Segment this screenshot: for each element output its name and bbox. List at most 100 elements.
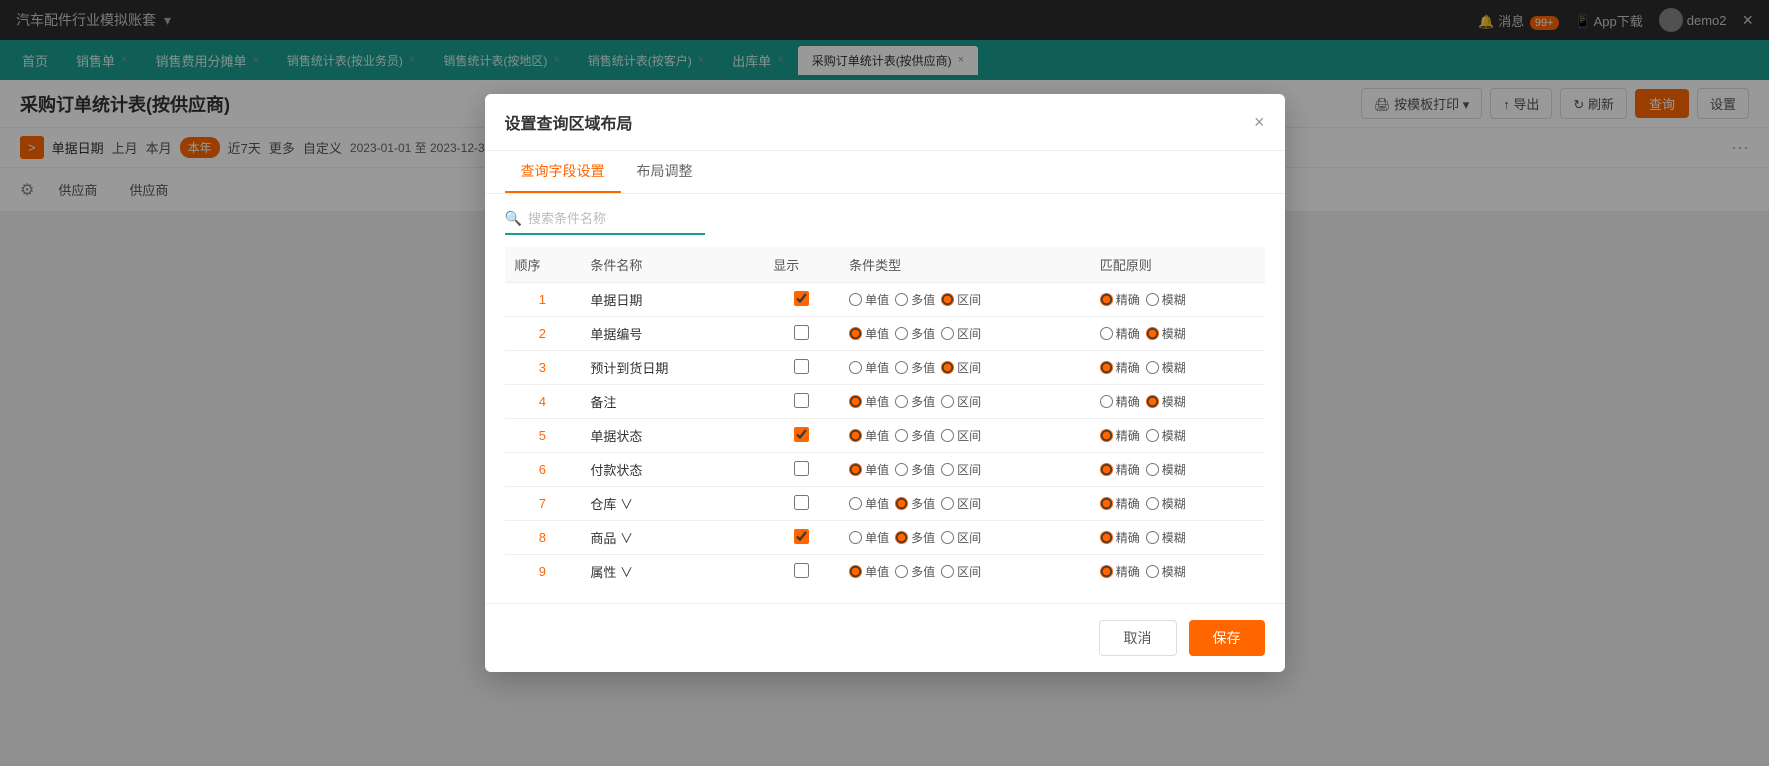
- type-radio-group: 单值多值区间: [849, 495, 1080, 512]
- match-radio-fuzzy[interactable]: 模糊: [1146, 291, 1186, 308]
- display-checkbox-1[interactable]: [773, 291, 829, 309]
- type-radio-multi[interactable]: 多值: [895, 359, 935, 376]
- match-radio-fuzzy[interactable]: 模糊: [1146, 325, 1186, 342]
- type-radio-multi[interactable]: 多值: [895, 529, 935, 546]
- type-radio-range[interactable]: 区间: [941, 393, 981, 410]
- cell-order: 4: [505, 385, 581, 419]
- type-radio-single[interactable]: 单值: [849, 461, 889, 478]
- display-checkbox-2[interactable]: [773, 325, 829, 343]
- type-radio-group: 单值多值区间: [849, 393, 1080, 410]
- type-radio-multi[interactable]: 多值: [895, 291, 935, 308]
- type-radio-range[interactable]: 区间: [941, 461, 981, 478]
- tab-layout-adjust[interactable]: 布局调整: [621, 151, 709, 193]
- modal-footer: 取消 保存: [485, 603, 1285, 672]
- cell-order: 9: [505, 555, 581, 588]
- type-radio-multi[interactable]: 多值: [895, 325, 935, 342]
- match-radio-exact[interactable]: 精确: [1100, 427, 1140, 444]
- modal-close-button[interactable]: ×: [1254, 112, 1265, 133]
- type-radio-range[interactable]: 区间: [941, 495, 981, 512]
- save-label: 保存: [1213, 630, 1241, 646]
- match-radio-group: 精确模糊: [1100, 359, 1255, 376]
- cell-match: 精确模糊: [1090, 283, 1265, 317]
- type-radio-range[interactable]: 区间: [941, 325, 981, 342]
- cell-order: 1: [505, 283, 581, 317]
- display-checkbox-8[interactable]: [773, 529, 829, 547]
- match-radio-exact[interactable]: 精确: [1100, 291, 1140, 308]
- match-radio-fuzzy[interactable]: 模糊: [1146, 393, 1186, 410]
- match-radio-fuzzy[interactable]: 模糊: [1146, 495, 1186, 512]
- search-box: 🔍: [505, 210, 705, 235]
- type-radio-multi[interactable]: 多值: [895, 495, 935, 512]
- type-radio-range[interactable]: 区间: [941, 563, 981, 580]
- display-checkbox-5[interactable]: [773, 427, 829, 445]
- type-radio-single[interactable]: 单值: [849, 291, 889, 308]
- type-radio-group: 单值多值区间: [849, 325, 1080, 342]
- cell-display: [763, 453, 839, 487]
- type-radio-multi[interactable]: 多值: [895, 393, 935, 410]
- cell-name: 属性 ∨: [580, 555, 763, 588]
- type-radio-single[interactable]: 单值: [849, 495, 889, 512]
- cell-name: 仓库 ∨: [580, 487, 763, 521]
- match-radio-group: 精确模糊: [1100, 325, 1255, 342]
- match-radio-exact[interactable]: 精确: [1100, 563, 1140, 580]
- match-radio-fuzzy[interactable]: 模糊: [1146, 563, 1186, 580]
- match-radio-fuzzy[interactable]: 模糊: [1146, 529, 1186, 546]
- type-radio-single[interactable]: 单值: [849, 393, 889, 410]
- type-radio-multi[interactable]: 多值: [895, 563, 935, 580]
- match-radio-exact[interactable]: 精确: [1100, 529, 1140, 546]
- type-radio-range[interactable]: 区间: [941, 359, 981, 376]
- type-radio-single[interactable]: 单值: [849, 427, 889, 444]
- type-radio-single[interactable]: 单值: [849, 325, 889, 342]
- table-row: 8商品 ∨单值多值区间精确模糊: [505, 521, 1265, 555]
- type-radio-range[interactable]: 区间: [941, 427, 981, 444]
- cell-type: 单值多值区间: [839, 521, 1090, 555]
- match-radio-exact[interactable]: 精确: [1100, 461, 1140, 478]
- cell-display: [763, 283, 839, 317]
- match-radio-exact[interactable]: 精确: [1100, 325, 1140, 342]
- match-radio-group: 精确模糊: [1100, 393, 1255, 410]
- match-radio-exact[interactable]: 精确: [1100, 393, 1140, 410]
- cancel-button[interactable]: 取消: [1099, 620, 1177, 656]
- cell-name: 商品 ∨: [580, 521, 763, 555]
- type-radio-single[interactable]: 单值: [849, 359, 889, 376]
- type-radio-group: 单值多值区间: [849, 563, 1080, 580]
- th-display: 显示: [763, 247, 839, 283]
- table-row: 7仓库 ∨单值多值区间精确模糊: [505, 487, 1265, 521]
- cell-order: 5: [505, 419, 581, 453]
- type-radio-multi[interactable]: 多值: [895, 427, 935, 444]
- modal-title: 设置查询区域布局: [505, 110, 633, 134]
- th-order: 顺序: [505, 247, 581, 283]
- display-checkbox-6[interactable]: [773, 461, 829, 479]
- match-radio-exact[interactable]: 精确: [1100, 495, 1140, 512]
- cell-type: 单值多值区间: [839, 419, 1090, 453]
- conditions-table-container: 顺序 条件名称 显示 条件类型 匹配原则 1单据日期单值多值区间精确模糊2单据编…: [505, 247, 1265, 587]
- cell-display: [763, 487, 839, 521]
- match-radio-group: 精确模糊: [1100, 563, 1255, 580]
- tab-layout-adjust-label: 布局调整: [637, 163, 693, 179]
- type-radio-multi[interactable]: 多值: [895, 461, 935, 478]
- type-radio-group: 单值多值区间: [849, 359, 1080, 376]
- type-radio-group: 单值多值区间: [849, 427, 1080, 444]
- tab-query-fields[interactable]: 查询字段设置: [505, 151, 621, 193]
- display-checkbox-3[interactable]: [773, 359, 829, 377]
- type-radio-single[interactable]: 单值: [849, 529, 889, 546]
- cell-display: [763, 521, 839, 555]
- match-radio-fuzzy[interactable]: 模糊: [1146, 427, 1186, 444]
- cell-display: [763, 419, 839, 453]
- search-conditions-input[interactable]: [528, 211, 688, 226]
- table-row: 6付款状态单值多值区间精确模糊: [505, 453, 1265, 487]
- type-radio-range[interactable]: 区间: [941, 529, 981, 546]
- match-radio-exact[interactable]: 精确: [1100, 359, 1140, 376]
- table-row: 2单据编号单值多值区间精确模糊: [505, 317, 1265, 351]
- display-checkbox-4[interactable]: [773, 393, 829, 411]
- cell-type: 单值多值区间: [839, 317, 1090, 351]
- match-radio-fuzzy[interactable]: 模糊: [1146, 461, 1186, 478]
- type-radio-range[interactable]: 区间: [941, 291, 981, 308]
- match-radio-fuzzy[interactable]: 模糊: [1146, 359, 1186, 376]
- cell-match: 精确模糊: [1090, 555, 1265, 588]
- display-checkbox-7[interactable]: [773, 495, 829, 513]
- cell-type: 单值多值区间: [839, 385, 1090, 419]
- display-checkbox-9[interactable]: [773, 563, 829, 581]
- type-radio-single[interactable]: 单值: [849, 563, 889, 580]
- save-button[interactable]: 保存: [1189, 620, 1265, 656]
